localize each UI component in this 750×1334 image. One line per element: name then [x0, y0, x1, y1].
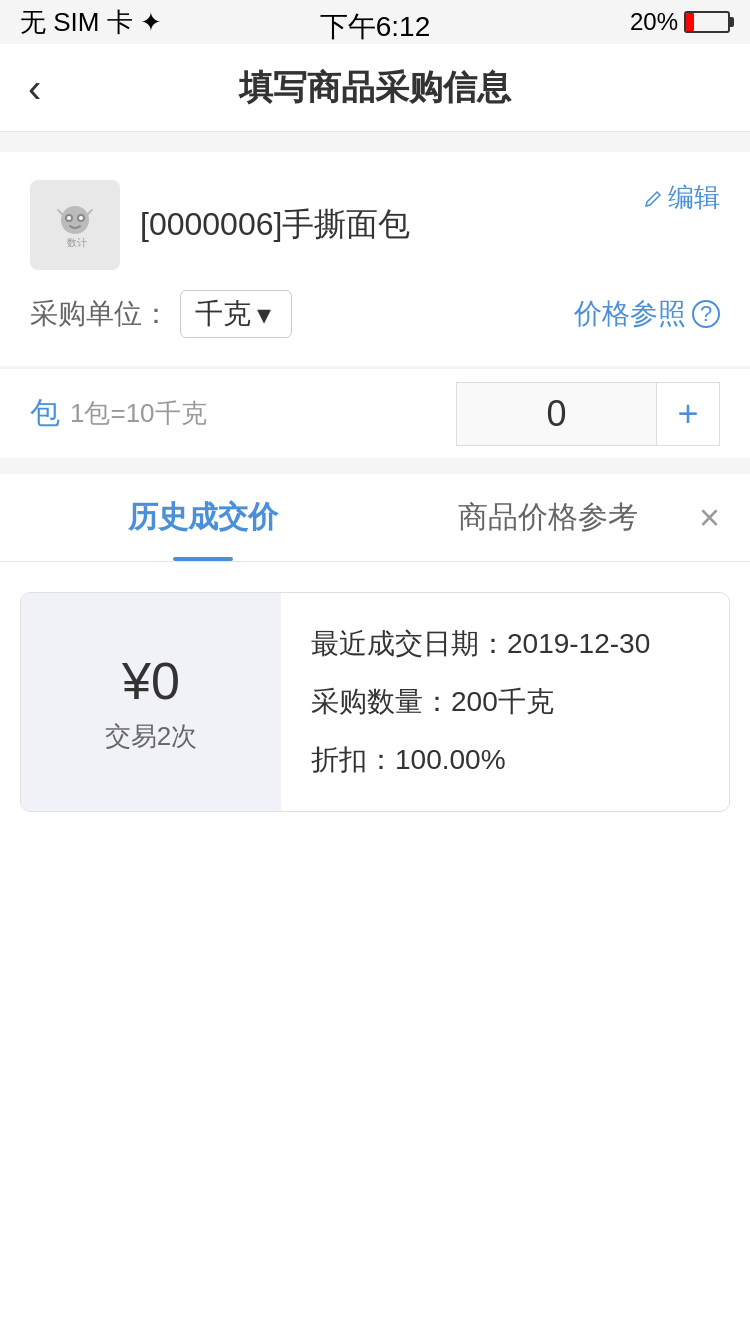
- product-info-left: 数计 [0000006]手撕面包: [30, 180, 410, 270]
- tab-product-price-reference-label: 商品价格参考: [458, 497, 638, 538]
- tabs-header: 历史成交价 商品价格参考 ×: [0, 474, 750, 562]
- recent-date-row: 最近成交日期：2019-12-30: [311, 623, 699, 665]
- quantity-input[interactable]: [456, 382, 656, 446]
- back-button[interactable]: ‹: [28, 68, 41, 108]
- purchase-quantity-value: 200千克: [451, 686, 554, 717]
- status-network: 无 SIM 卡 ✦: [20, 5, 162, 40]
- recent-date-value: 2019-12-30: [507, 628, 650, 659]
- purchase-quantity-label: 采购数量：: [311, 686, 451, 717]
- discount-row: 折扣：100.00%: [311, 739, 699, 781]
- tabs-section: 历史成交价 商品价格参考 × ¥0 交易2次 最近成交日期：2019-12-30…: [0, 474, 750, 1334]
- status-bar: 无 SIM 卡 ✦ 下午6:12 20%: [0, 0, 750, 44]
- edit-button[interactable]: 编辑: [644, 180, 720, 215]
- price-ref-label: 价格参照: [574, 295, 686, 333]
- product-image-placeholder: 数计: [50, 200, 100, 250]
- edit-label: 编辑: [668, 180, 720, 215]
- product-bottom-row: 采购单位： 千克 ▾ 价格参照 ?: [30, 290, 720, 338]
- discount-label: 折扣：: [311, 744, 395, 775]
- discount-value: 100.00%: [395, 744, 506, 775]
- battery-fill: [686, 13, 694, 31]
- product-top-row: 数计 [0000006]手撕面包 编辑: [30, 180, 720, 270]
- svg-text:数计: 数计: [67, 237, 87, 248]
- unit-select-dropdown[interactable]: 千克 ▾: [180, 290, 292, 338]
- tab-product-price-reference[interactable]: 商品价格参考: [375, 474, 720, 561]
- svg-point-3: [67, 216, 71, 220]
- status-battery-text: 20%: [630, 8, 678, 36]
- unit-section: 采购单位： 千克 ▾: [30, 290, 292, 338]
- nav-bar: ‹ 填写商品采购信息: [0, 44, 750, 132]
- dropdown-arrow-icon: ▾: [257, 298, 271, 331]
- price-reference-button[interactable]: 价格参照 ?: [574, 295, 720, 333]
- status-right-group: 20%: [630, 8, 730, 36]
- history-price-value: ¥0: [122, 651, 180, 711]
- unit-box-label: 包: [30, 393, 60, 434]
- tab-close-button[interactable]: ×: [699, 500, 720, 536]
- product-name: [0000006]手撕面包: [140, 203, 410, 247]
- quantity-input-wrap: +: [456, 382, 720, 446]
- svg-point-4: [79, 216, 83, 220]
- status-time: 下午6:12: [320, 8, 431, 46]
- history-card: ¥0 交易2次 最近成交日期：2019-12-30 采购数量：200千克 折扣：…: [20, 592, 730, 812]
- history-card-right: 最近成交日期：2019-12-30 采购数量：200千克 折扣：100.00%: [281, 593, 729, 811]
- help-icon: ?: [692, 300, 720, 328]
- edit-icon: [644, 188, 664, 208]
- product-card: 数计 [0000006]手撕面包 编辑 采购单位： 千克 ▾ 价格参照 ?: [0, 152, 750, 366]
- quantity-unit-info: 包 1包=10千克: [30, 393, 207, 434]
- quantity-plus-button[interactable]: +: [656, 382, 720, 446]
- unit-convert-label: 1包=10千克: [70, 396, 207, 431]
- recent-date-label: 最近成交日期：: [311, 628, 507, 659]
- purchase-quantity-row: 采购数量：200千克: [311, 681, 699, 723]
- unit-value: 千克: [195, 295, 251, 333]
- history-card-left: ¥0 交易2次: [21, 593, 281, 811]
- unit-label: 采购单位：: [30, 295, 170, 333]
- tab-history-price[interactable]: 历史成交价: [30, 474, 375, 561]
- tab-history-price-label: 历史成交价: [128, 497, 278, 538]
- page-title: 填写商品采购信息: [239, 65, 511, 111]
- quantity-row: 包 1包=10千克 +: [0, 368, 750, 458]
- product-thumbnail: 数计: [30, 180, 120, 270]
- history-transactions-label: 交易2次: [105, 719, 197, 754]
- main-content-area: [0, 842, 750, 1334]
- battery-icon: [684, 11, 730, 33]
- svg-point-0: [61, 206, 89, 234]
